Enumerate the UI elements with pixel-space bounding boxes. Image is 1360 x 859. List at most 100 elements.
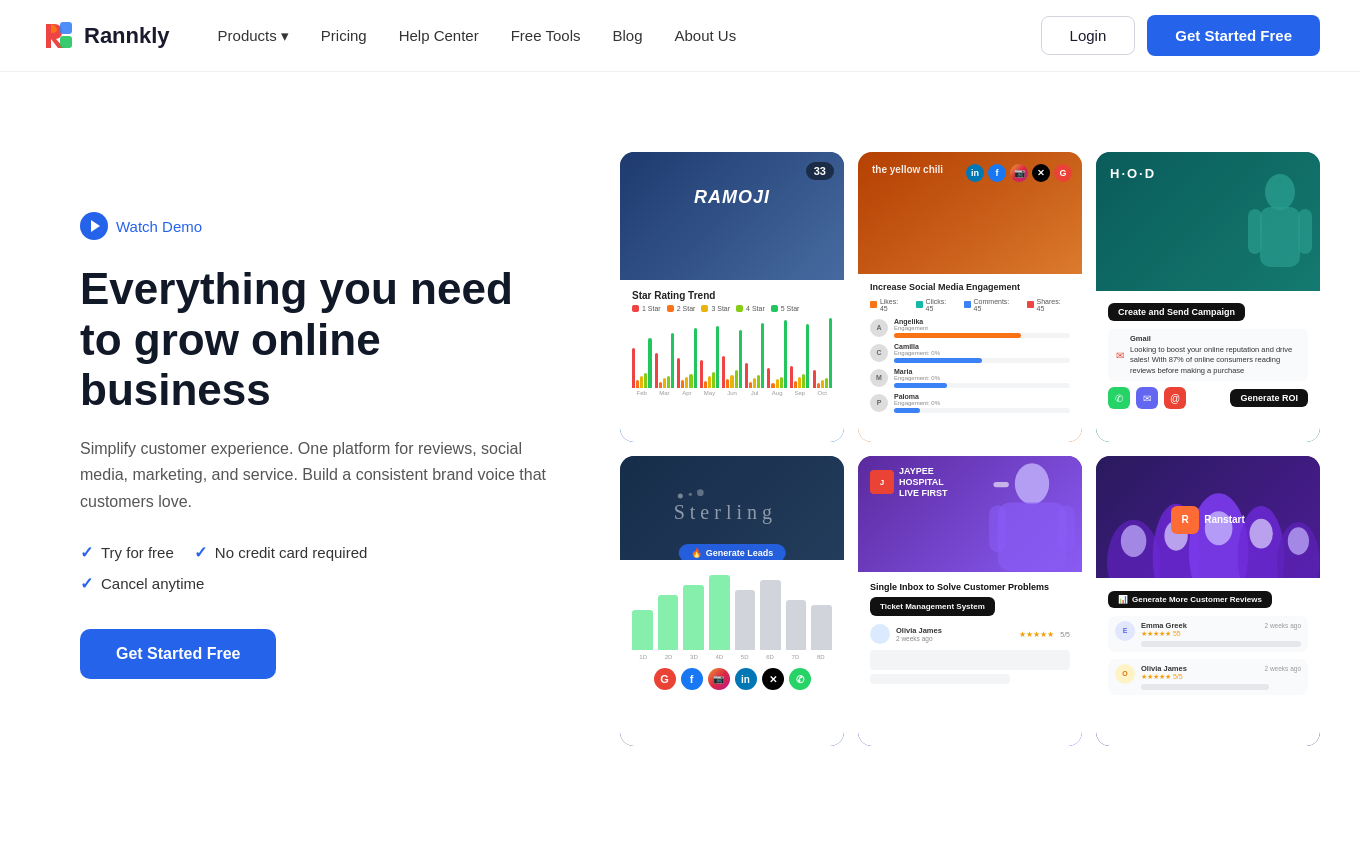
leads-x-labels: 1D2D3D4D5D6D7D8D [632, 654, 832, 660]
svg-rect-1 [60, 36, 72, 48]
navbar: Rannkly Products ▾ Pricing Help Center F… [0, 0, 1360, 72]
review-info: Olivia James 2 weeks ago [896, 626, 1013, 642]
hero-cta-button[interactable]: Get Started Free [80, 629, 276, 679]
social-icons: in f 📷 ✕ G [966, 164, 1072, 182]
check-try-free: ✓ Try for free [80, 543, 174, 562]
gmail-icon: ✉ [1116, 350, 1124, 361]
card-yellow-chili: the yellow chili in f 📷 ✕ G Increase Soc… [858, 152, 1082, 442]
reviewer-avatar-1: E [1115, 621, 1135, 641]
crowd-bg: R Ranstart [1096, 456, 1320, 584]
reviewer-body-1: Emma Greek 2 weeks ago ★★★★★ 55 [1141, 621, 1301, 647]
review-text-placeholder-2 [870, 674, 1010, 684]
login-button[interactable]: Login [1041, 16, 1136, 55]
nav-pricing[interactable]: Pricing [321, 27, 367, 44]
avatar-paloma: P [870, 394, 888, 412]
ranstart-icon: R [1171, 506, 1199, 534]
sterling-brand: Sterling [662, 486, 802, 542]
card-3-top: H·O·D [1096, 152, 1320, 297]
brand-name: Rannkly [84, 23, 170, 49]
facebook-ball: f [681, 668, 703, 690]
card-4-top: Sterling 🔥 Generate Leads [620, 456, 844, 572]
svg-point-11 [1015, 463, 1049, 504]
get-started-button[interactable]: Get Started Free [1147, 15, 1320, 56]
card-jaypee: J JAYPEEHOSPITALLIVE FIRST Single Inbox … [858, 456, 1082, 746]
legend-4star: 4 Star [736, 305, 765, 312]
svg-rect-13 [998, 502, 1067, 571]
campaign-channels: ✆ ✉ @ Generate ROI [1108, 387, 1308, 409]
card-hod: H·O·D Create and Send Campaign ✉ GmailLo… [1096, 152, 1320, 442]
jaypee-logo: J JAYPEEHOSPITALLIVE FIRST [870, 466, 948, 498]
check-cancel: ✓ Cancel anytime [80, 574, 204, 593]
nav-products[interactable]: Products ▾ [218, 27, 289, 45]
hero-image-grid: 33 RAMOJI Star Rating Trend 1 Star 2 Sta… [620, 132, 1320, 746]
leads-bar-chart [632, 570, 832, 650]
nav-about-us[interactable]: About Us [675, 27, 737, 44]
google-icon: G [1054, 164, 1072, 182]
nav-actions: Login Get Started Free [1041, 15, 1320, 56]
card-3-content: Create and Send Campaign ✉ GmailLooking … [1096, 291, 1320, 442]
campaign-badge: Create and Send Campaign [1108, 303, 1245, 321]
svg-point-25 [1288, 527, 1309, 555]
linkedin-ball: in [735, 668, 757, 690]
svg-rect-6 [1298, 209, 1312, 254]
hero-checks: ✓ Try for free ✓ No credit card required… [80, 543, 560, 593]
check-row-2: ✓ Cancel anytime [80, 574, 560, 593]
inbox-title: Single Inbox to Solve Customer Problems [870, 582, 1070, 592]
person-figure [1186, 152, 1320, 297]
x-ball: ✕ [762, 668, 784, 690]
play-icon [80, 212, 108, 240]
legend-1star: 1 Star [632, 305, 661, 312]
sms-icon: ✉ [1136, 387, 1158, 409]
card-6-content: 📊 Generate More Customer Reviews E Emma … [1096, 578, 1320, 746]
card-ranstart: R Ranstart 📊 Generate More Customer Revi… [1096, 456, 1320, 746]
svg-rect-4 [1260, 207, 1300, 267]
bar-chart-icon: 📊 [1118, 595, 1128, 604]
watch-demo-label: Watch Demo [116, 218, 202, 235]
svg-text:Sterling: Sterling [674, 501, 777, 524]
nav-help-center[interactable]: Help Center [399, 27, 479, 44]
reviewer-body-2: Olivia James 2 weeks ago ★★★★★ 5/5 [1141, 664, 1301, 690]
svg-point-9 [689, 493, 692, 496]
bar-chart [632, 318, 832, 388]
nav-blog[interactable]: Blog [612, 27, 642, 44]
checkmark-icon-2: ✓ [194, 543, 207, 562]
social-row: G f 📷 in ✕ ✆ [632, 668, 832, 690]
google-ball: G [654, 668, 676, 690]
review-item-2: O Olivia James 2 weeks ago ★★★★★ 5/5 [1108, 659, 1308, 695]
hero-title: Everything you need to grow online busin… [80, 264, 560, 416]
reviewer-avatar-2: O [1115, 664, 1135, 684]
card-1-badge: 33 [806, 162, 834, 180]
svg-point-3 [1265, 174, 1295, 210]
engagement-stats: Likes: 45 Clicks: 45 Comments: 45 Shares… [870, 298, 1070, 312]
card-1-logo: RAMOJI [694, 187, 770, 208]
hero-section: Watch Demo Everything you need to grow o… [0, 72, 1360, 806]
svg-rect-5 [1248, 209, 1262, 254]
svg-point-21 [1121, 525, 1147, 557]
check-no-credit: ✓ No credit card required [194, 543, 368, 562]
legend-2star: 2 Star [667, 305, 696, 312]
review-item-1: E Emma Greek 2 weeks ago ★★★★★ 55 [1108, 616, 1308, 652]
svg-rect-12 [993, 482, 1008, 487]
check-row-1: ✓ Try for free ✓ No credit card required [80, 543, 560, 562]
jaypee-text: JAYPEEHOSPITALLIVE FIRST [899, 466, 948, 498]
review-avatar [870, 624, 890, 644]
nav-free-tools[interactable]: Free Tools [511, 27, 581, 44]
linkedin-icon: in [966, 164, 984, 182]
jaypee-icon: J [870, 470, 894, 494]
card-2-content: Increase Social Media Engagement Likes: … [858, 274, 1082, 442]
svg-rect-2 [60, 22, 72, 34]
card-ramoji: 33 RAMOJI Star Rating Trend 1 Star 2 Sta… [620, 152, 844, 442]
svg-point-10 [697, 489, 704, 496]
stars-2: ★★★★★ 5/5 [1141, 673, 1301, 681]
legend-3star: 3 Star [701, 305, 730, 312]
whatsapp-icon: ✆ [1108, 387, 1130, 409]
svg-point-8 [678, 494, 683, 499]
leads-badge: 🔥 Generate Leads [679, 544, 786, 562]
watch-demo-link[interactable]: Watch Demo [80, 212, 560, 240]
svg-rect-14 [989, 505, 1006, 552]
card-1-chart: Star Rating Trend 1 Star 2 Star 3 Star 4… [620, 280, 844, 442]
instagram-ball: 📷 [708, 668, 730, 690]
card-5-top: J JAYPEEHOSPITALLIVE FIRST [858, 456, 1082, 578]
brand-logo[interactable]: Rannkly [40, 18, 170, 54]
card-sterling: Sterling 🔥 Generate Leads [620, 456, 844, 746]
